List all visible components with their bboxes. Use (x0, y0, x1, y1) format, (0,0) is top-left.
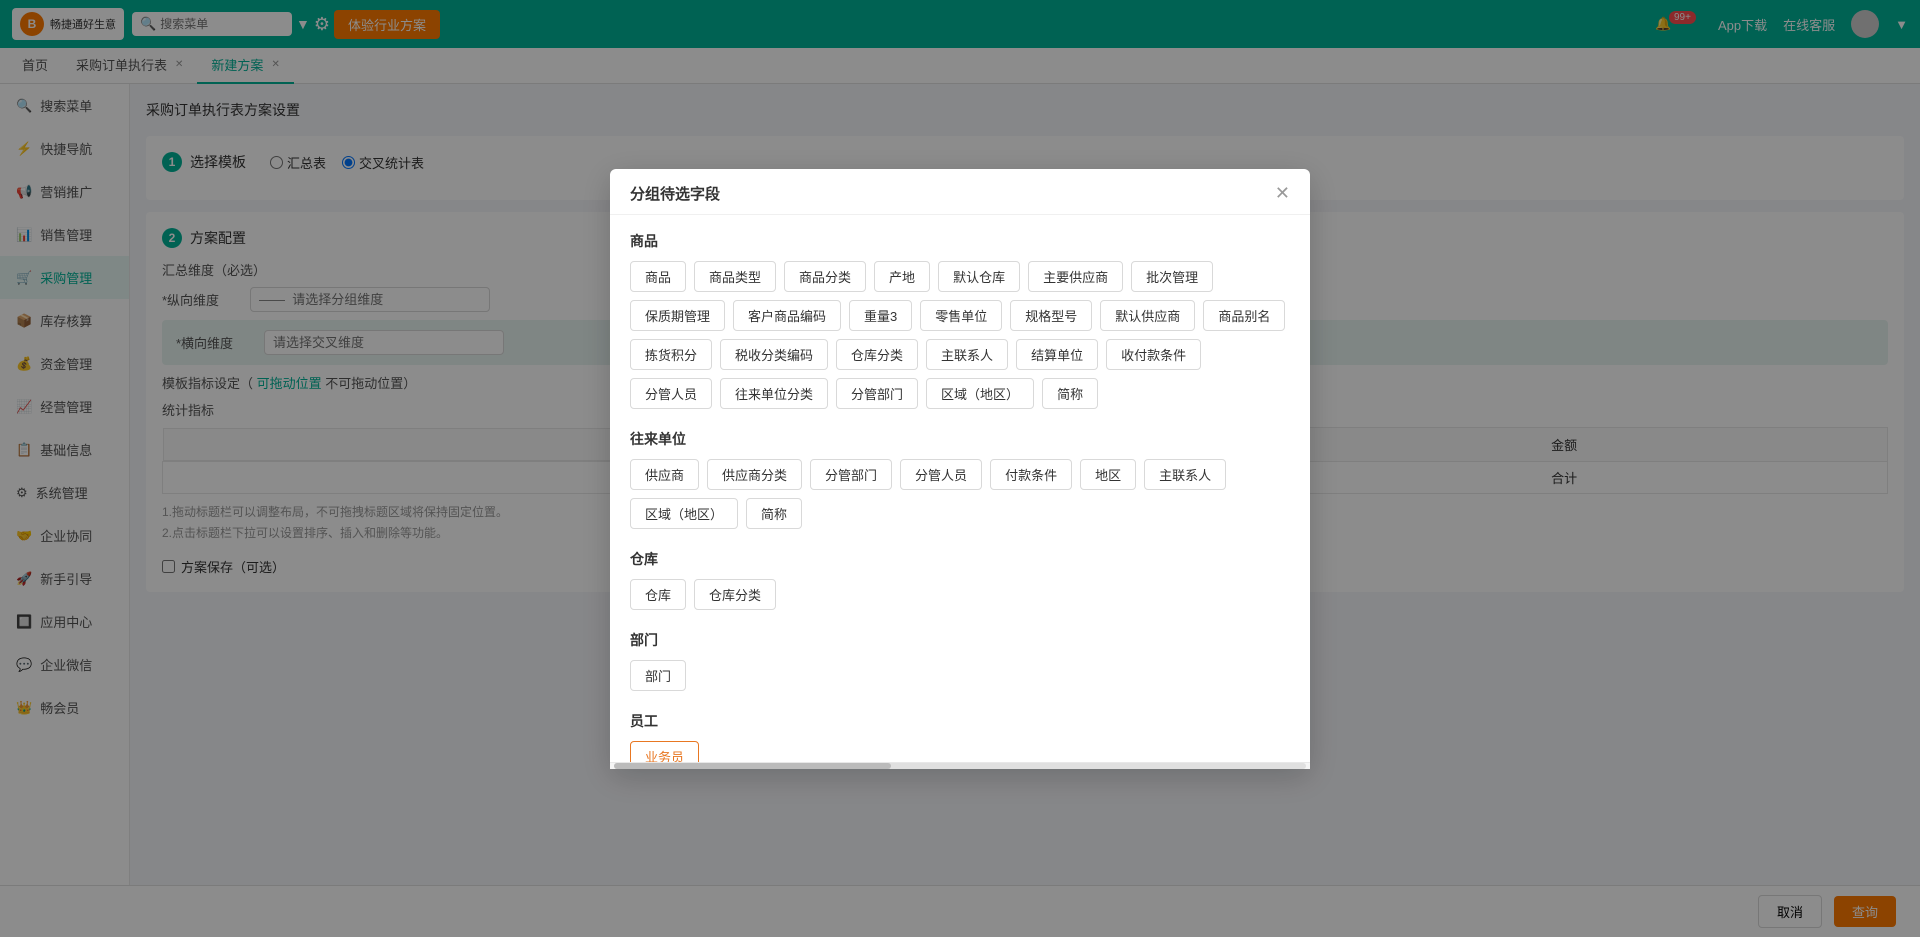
field-tag[interactable]: 商品 (630, 261, 686, 292)
field-tag[interactable]: 地区 (1080, 459, 1136, 490)
section-partner-title: 往来单位 (630, 429, 1290, 449)
field-tag[interactable]: 分管人员 (630, 378, 712, 409)
field-tag[interactable]: 付款条件 (990, 459, 1072, 490)
field-tag[interactable]: 区域（地区） (926, 378, 1034, 409)
field-tag[interactable]: 区域（地区） (630, 498, 738, 529)
field-tag[interactable]: 供应商分类 (707, 459, 802, 490)
modal-horizontal-scrollbar[interactable] (610, 762, 1310, 769)
field-tag[interactable]: 主联系人 (926, 339, 1008, 370)
section-dept-title: 部门 (630, 630, 1290, 650)
field-tag[interactable]: 仓库 (630, 579, 686, 610)
modal-title: 分组待选字段 (630, 183, 720, 204)
field-tag[interactable]: 商品分类 (784, 261, 866, 292)
field-tag[interactable]: 部门 (630, 660, 686, 691)
field-tag[interactable]: 批次管理 (1131, 261, 1213, 292)
field-tag[interactable]: 商品别名 (1203, 300, 1285, 331)
field-tag[interactable]: 分管部门 (810, 459, 892, 490)
field-tag[interactable]: 商品类型 (694, 261, 776, 292)
section-warehouse-tags: 仓库 仓库分类 (630, 579, 1290, 610)
field-section-dept: 部门 部门 (630, 630, 1290, 691)
modal-header: 分组待选字段 ✕ (610, 169, 1310, 215)
field-tag[interactable]: 保质期管理 (630, 300, 725, 331)
field-tag[interactable]: 产地 (874, 261, 930, 292)
field-section-goods: 商品 商品 商品类型 商品分类 产地 默认仓库 主要供应商 批次管理 保质期管理… (630, 231, 1290, 409)
field-tag[interactable]: 简称 (1042, 378, 1098, 409)
section-staff-title: 员工 (630, 711, 1290, 731)
field-tag[interactable]: 结算单位 (1016, 339, 1098, 370)
field-tag[interactable]: 收付款条件 (1106, 339, 1201, 370)
hscroll-bar (614, 763, 1306, 769)
field-tag[interactable]: 规格型号 (1010, 300, 1092, 331)
field-tag[interactable]: 默认仓库 (938, 261, 1020, 292)
section-partner-tags: 供应商 供应商分类 分管部门 分管人员 付款条件 地区 主联系人 区域（地区） … (630, 459, 1290, 529)
field-tag[interactable]: 主联系人 (1144, 459, 1226, 490)
section-staff-tags: 业务员 (630, 741, 1290, 762)
field-tag[interactable]: 拣货积分 (630, 339, 712, 370)
field-tag[interactable]: 主要供应商 (1028, 261, 1123, 292)
section-dept-tags: 部门 (630, 660, 1290, 691)
section-goods-title: 商品 (630, 231, 1290, 251)
modal-body: 商品 商品 商品类型 商品分类 产地 默认仓库 主要供应商 批次管理 保质期管理… (610, 215, 1310, 762)
section-goods-tags: 商品 商品类型 商品分类 产地 默认仓库 主要供应商 批次管理 保质期管理 客户… (630, 261, 1290, 409)
field-section-warehouse: 仓库 仓库 仓库分类 (630, 549, 1290, 610)
field-tag[interactable]: 重量3 (849, 300, 912, 331)
section-warehouse-title: 仓库 (630, 549, 1290, 569)
field-tag[interactable]: 分管部门 (836, 378, 918, 409)
field-tag[interactable]: 仓库分类 (836, 339, 918, 370)
field-tag[interactable]: 零售单位 (920, 300, 1002, 331)
modal-overlay[interactable]: 分组待选字段 ✕ 商品 商品 商品类型 商品分类 产地 默认仓库 主要供应商 批… (0, 0, 1920, 937)
hscroll-thumb[interactable] (614, 763, 891, 769)
field-tag[interactable]: 分管人员 (900, 459, 982, 490)
modal-close-button[interactable]: ✕ (1275, 183, 1290, 204)
field-tag[interactable]: 往来单位分类 (720, 378, 828, 409)
field-tag[interactable]: 简称 (746, 498, 802, 529)
field-select-modal: 分组待选字段 ✕ 商品 商品 商品类型 商品分类 产地 默认仓库 主要供应商 批… (610, 169, 1310, 769)
field-tag[interactable]: 业务员 (630, 741, 699, 762)
field-section-staff: 员工 业务员 (630, 711, 1290, 762)
field-tag[interactable]: 默认供应商 (1100, 300, 1195, 331)
field-section-partner: 往来单位 供应商 供应商分类 分管部门 分管人员 付款条件 地区 主联系人 区域… (630, 429, 1290, 529)
field-tag[interactable]: 仓库分类 (694, 579, 776, 610)
field-tag[interactable]: 税收分类编码 (720, 339, 828, 370)
field-tag[interactable]: 供应商 (630, 459, 699, 490)
field-tag[interactable]: 客户商品编码 (733, 300, 841, 331)
